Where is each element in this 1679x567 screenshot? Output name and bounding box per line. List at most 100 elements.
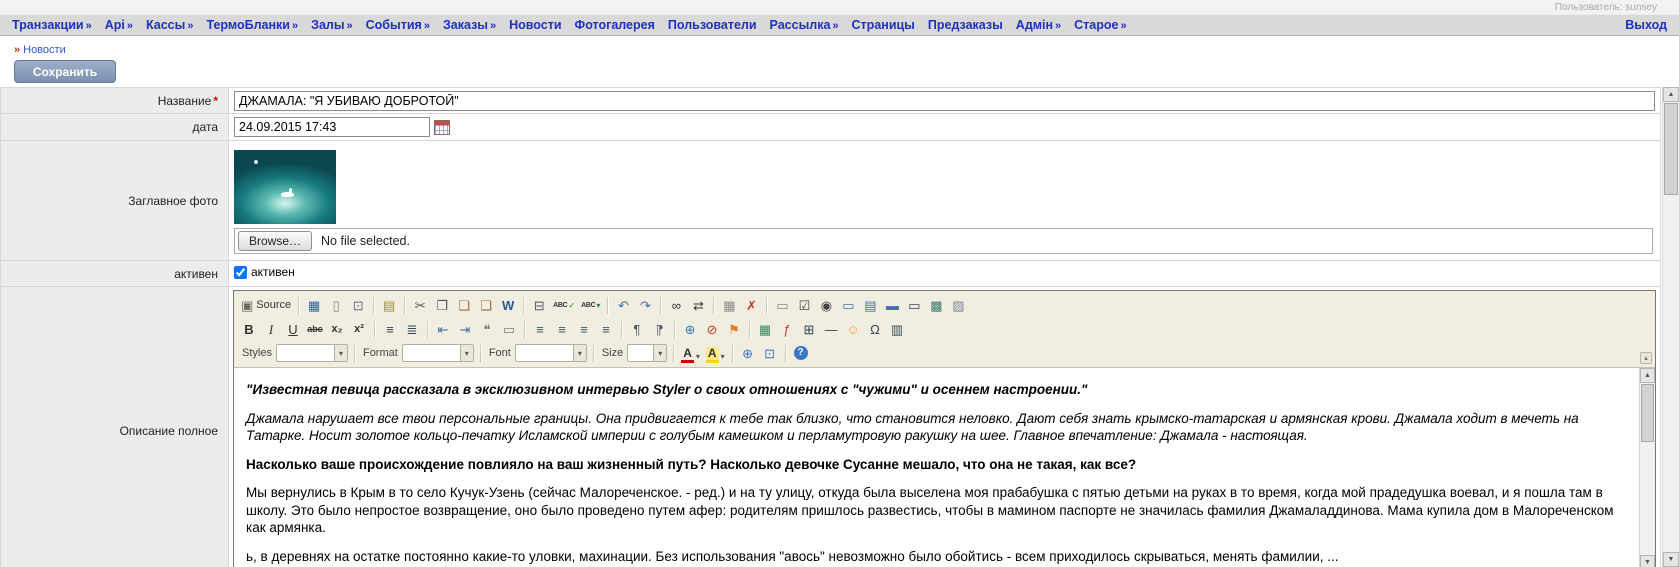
bulleted-list-icon[interactable]: ≣ (402, 319, 422, 339)
browse-button[interactable]: Browse… (238, 230, 313, 251)
cut-icon[interactable]: ✂ (410, 295, 430, 315)
page-scrollbar[interactable]: ▲ ▼ (1662, 87, 1679, 567)
undo-icon[interactable]: ↶ (613, 295, 633, 315)
menu-item-6[interactable]: Заказы» (443, 18, 496, 32)
editor-scroll-thumb[interactable] (1641, 384, 1654, 442)
editor-scrollbar[interactable]: ▲ ▼ (1639, 368, 1655, 567)
menu-item-5[interactable]: События» (366, 18, 430, 32)
paste-as-text-icon[interactable]: ❑ (476, 295, 496, 315)
size-combo[interactable]: Size ▾ (600, 344, 668, 362)
menu-item-13[interactable]: Адмін» (1016, 18, 1061, 32)
editor-scroll-down-icon[interactable]: ▼ (1640, 555, 1655, 567)
redo-icon[interactable]: ↷ (635, 295, 655, 315)
align-right-icon[interactable]: ≡ (574, 319, 594, 339)
checkbox-icon[interactable]: ☑ (794, 295, 814, 315)
title-input[interactable] (234, 90, 1655, 111)
size-combo-arrow-icon[interactable]: ▾ (653, 345, 667, 361)
smiley-icon[interactable]: ☺ (843, 319, 863, 339)
menu-item-8[interactable]: Фотогалерея (575, 18, 655, 32)
calendar-icon[interactable] (434, 119, 450, 135)
select-all-icon[interactable]: ▦ (719, 295, 739, 315)
special-character-icon[interactable]: Ω (865, 319, 885, 339)
paste-from-word-icon[interactable]: W (498, 295, 518, 315)
toolbar-collapse-icon[interactable]: ▴ (1640, 352, 1652, 364)
font-combo[interactable]: Font ▾ (487, 344, 587, 362)
save-icon[interactable]: ▦ (304, 295, 324, 315)
bold-icon[interactable]: B (239, 319, 259, 339)
show-blocks-icon[interactable]: ⊡ (760, 343, 780, 363)
text-direction-ltr-icon[interactable]: ¶ (627, 319, 647, 339)
create-div-icon[interactable]: ▭ (499, 319, 519, 339)
italic-icon[interactable]: I (261, 319, 281, 339)
image-icon[interactable]: ▦ (755, 319, 775, 339)
save-button[interactable]: Сохранить (14, 60, 116, 83)
breadcrumb-link[interactable]: Новости (23, 44, 66, 56)
menu-item-3[interactable]: ТермоБланки» (206, 18, 298, 32)
format-combo[interactable]: Format ▾ (361, 344, 474, 362)
active-checkbox[interactable] (234, 265, 247, 279)
templates-icon[interactable]: ▤ (379, 295, 399, 315)
page-scroll-up-icon[interactable]: ▲ (1663, 87, 1679, 102)
file-input[interactable]: Browse… No file selected. (234, 227, 1653, 254)
menu-item-10[interactable]: Рассылка» (770, 18, 839, 32)
print-icon[interactable]: ⊟ (529, 295, 549, 315)
find-icon[interactable]: ∞ (666, 295, 686, 315)
page-scroll-down-icon[interactable]: ▼ (1663, 552, 1679, 567)
menu-item-11[interactable]: Страницы (852, 18, 915, 32)
image-button-icon[interactable]: ▩ (926, 295, 946, 315)
justify-icon[interactable]: ≡ (596, 319, 616, 339)
button-icon[interactable]: ▭ (904, 295, 924, 315)
menu-item-9[interactable]: Пользователи (668, 18, 757, 32)
selection-field-icon[interactable]: ▬ (882, 295, 902, 315)
remove-format-icon[interactable]: ✗ (741, 295, 761, 315)
replace-icon[interactable]: ⇄ (688, 295, 708, 315)
editor-content[interactable]: "Известная певица рассказала в эксклюзив… (234, 368, 1639, 567)
align-left-icon[interactable]: ≡ (530, 319, 550, 339)
textarea-icon[interactable]: ▤ (860, 295, 880, 315)
new-page-icon[interactable]: ▯ (326, 295, 346, 315)
superscript-icon[interactable]: x² (349, 319, 369, 339)
background-color-button[interactable]: A ▾ (704, 343, 727, 363)
unlink-icon[interactable]: ⊘ (702, 319, 722, 339)
text-direction-rtl-icon[interactable]: ¶ (649, 319, 669, 339)
menu-item-0[interactable]: Транзакции» (12, 18, 92, 32)
menu-item-12[interactable]: Предзаказы (928, 18, 1003, 32)
anchor-icon[interactable]: ⚑ (724, 319, 744, 339)
strikethrough-icon[interactable]: abc (305, 319, 325, 339)
radio-button-icon[interactable]: ◉ (816, 295, 836, 315)
styles-combo-arrow-icon[interactable]: ▾ (333, 345, 347, 361)
text-field-icon[interactable]: ▭ (838, 295, 858, 315)
editor-scroll-up-icon[interactable]: ▲ (1640, 368, 1655, 383)
align-center-icon[interactable]: ≡ (552, 319, 572, 339)
page-scroll-thumb[interactable] (1664, 103, 1678, 195)
menu-item-1[interactable]: Api» (105, 18, 133, 32)
font-combo-arrow-icon[interactable]: ▾ (572, 345, 586, 361)
preview-icon[interactable]: ⊡ (348, 295, 368, 315)
format-combo-arrow-icon[interactable]: ▾ (459, 345, 473, 361)
underline-icon[interactable]: U (283, 319, 303, 339)
menu-item-14[interactable]: Старое» (1074, 18, 1126, 32)
copy-icon[interactable]: ❐ (432, 295, 452, 315)
about-icon[interactable]: ? (791, 343, 811, 363)
increase-indent-icon[interactable]: ⇥ (455, 319, 475, 339)
menu-item-4[interactable]: Залы» (311, 18, 353, 32)
menu-item-2[interactable]: Кассы» (146, 18, 193, 32)
menu-item-7[interactable]: Новости (509, 18, 561, 32)
flash-icon[interactable]: ƒ (777, 319, 797, 339)
spell-check-icon[interactable]: ABC ✓ (551, 295, 577, 315)
link-icon[interactable]: ⊕ (680, 319, 700, 339)
decrease-indent-icon[interactable]: ⇤ (433, 319, 453, 339)
logout-link[interactable]: Выход (1625, 18, 1667, 32)
date-input[interactable] (234, 117, 430, 137)
blockquote-icon[interactable]: ❝ (477, 319, 497, 339)
scayt-icon[interactable]: ABC ▾ (579, 295, 602, 315)
horizontal-rule-icon[interactable]: ― (821, 319, 841, 339)
page-break-icon[interactable]: ▥ (887, 319, 907, 339)
maximize-icon[interactable]: ⊕ (738, 343, 758, 363)
subscript-icon[interactable]: x₂ (327, 319, 347, 339)
form-icon[interactable]: ▭ (772, 295, 792, 315)
numbered-list-icon[interactable]: ≡ (380, 319, 400, 339)
source-button[interactable]: ▣ Source (239, 295, 293, 315)
text-color-button[interactable]: A ▾ (679, 343, 702, 363)
paste-icon[interactable]: ❏ (454, 295, 474, 315)
